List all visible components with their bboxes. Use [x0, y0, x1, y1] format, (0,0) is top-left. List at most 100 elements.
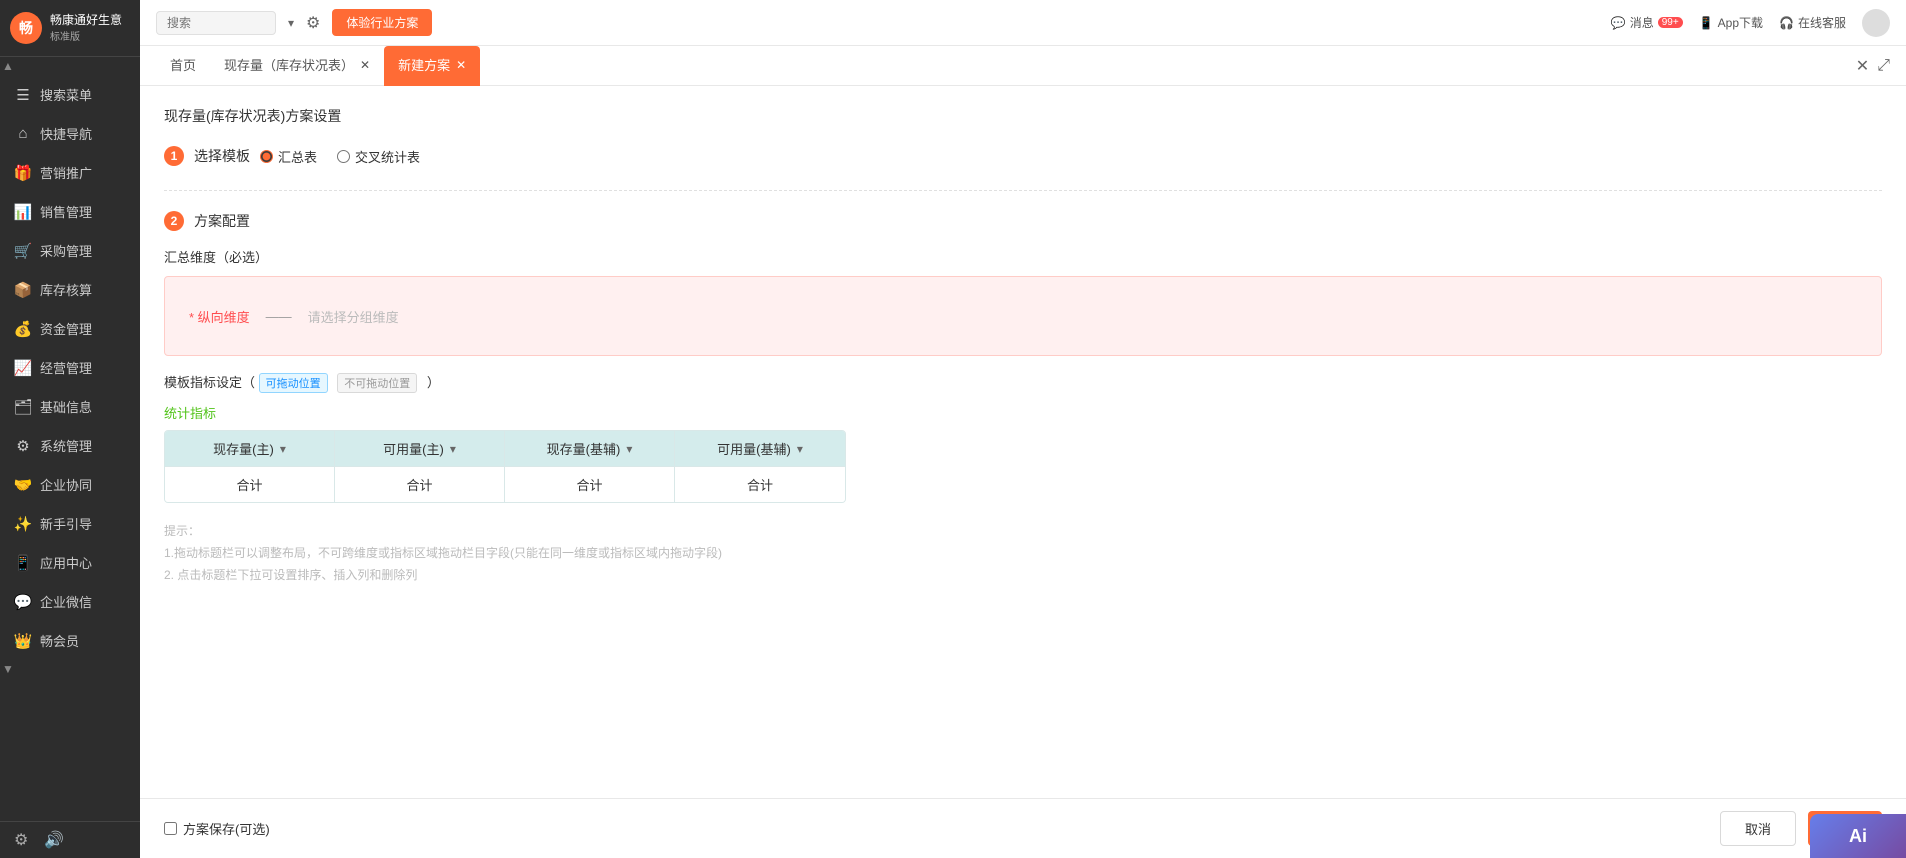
radio-summary[interactable] [260, 150, 273, 163]
hints-list: 1.拖动标题栏可以调整布局，不可跨维度或指标区域拖动栏目字段(只能在同一维度或指… [164, 543, 1882, 586]
sidebar-item-sales[interactable]: 📊销售管理 [0, 192, 140, 231]
sidebar-item-newbie[interactable]: ✨新手引导 [0, 504, 140, 543]
sidebar-label-sales: 销售管理 [40, 202, 92, 221]
save-checkbox[interactable] [164, 822, 177, 835]
tabs-container: 首页现存量（库存状况表）✕新建方案✕ [156, 46, 480, 86]
sidebar-item-system[interactable]: ⚙系统管理 [0, 426, 140, 465]
sidebar-settings-btn[interactable]: ⚙ [14, 830, 28, 850]
sidebar-item-enterprise-wechat[interactable]: 💬企业微信 [0, 582, 140, 621]
sidebar-label-operation: 经营管理 [40, 358, 92, 377]
mobile-icon: 📱 [1699, 16, 1714, 30]
section-divider-1 [164, 190, 1882, 191]
message-btn[interactable]: 💬 消息 99+ [1611, 14, 1683, 31]
sidebar-scroll-up[interactable]: ▲ [0, 57, 140, 75]
search-input[interactable] [156, 11, 276, 35]
radio-label-summary[interactable]: 汇总表 [260, 147, 317, 166]
sidebar-label-finance: 资金管理 [40, 319, 92, 338]
save-option-label: 方案保存(可选) [183, 819, 270, 838]
stats-col-dropdown-1[interactable]: ▾ [450, 442, 456, 456]
sidebar-item-member[interactable]: 👑畅会员 [0, 621, 140, 660]
sidebar-icon-purchase: 🛒 [14, 242, 32, 260]
sidebar-item-finance[interactable]: 💰 资金管理 [0, 309, 140, 348]
radio-cross[interactable] [337, 150, 350, 163]
trial-btn[interactable]: 体验行业方案 [332, 9, 432, 36]
stats-col-header-1[interactable]: 可用量(主) ▾ [335, 431, 504, 467]
indicator-setting-label: 模板指标设定（ 可拖动位置 不可拖动位置 ） [164, 372, 1882, 393]
sidebar: 畅 畅康通好生意 标准版 ▲ ☰搜索菜单⌂快捷导航🎁营销推广📊销售管理🛒采购管理… [0, 0, 140, 858]
sidebar-item-basic-info[interactable]: 🗂基础信息 [0, 387, 140, 426]
sidebar-volume-btn[interactable]: 🔊 [44, 830, 64, 850]
sidebar-item-app-center[interactable]: 📱应用中心 [0, 543, 140, 582]
stats-col-dropdown-2[interactable]: ▾ [626, 442, 632, 456]
hints-title: 提示： [164, 522, 1882, 539]
stats-section-title: 统计指标 [164, 403, 1882, 422]
sidebar-item-cooperation[interactable]: 🤝企业协同 [0, 465, 140, 504]
sidebar-icon-enterprise-wechat: 💬 [14, 593, 32, 611]
tab-close-inventory-status[interactable]: ✕ [360, 59, 370, 71]
radio-text-summary: 汇总表 [278, 147, 317, 166]
sidebar-item-search-menu[interactable]: ☰搜索菜单 [0, 75, 140, 114]
section2-num: 2 [164, 211, 184, 231]
sidebar-icon-cooperation: 🤝 [14, 476, 32, 494]
logo-text: 畅康通好生意 标准版 [50, 13, 122, 44]
user-avatar[interactable] [1862, 9, 1890, 37]
ai-float-button[interactable]: Ai [1810, 814, 1906, 858]
tab-inventory-status[interactable]: 现存量（库存状况表）✕ [210, 46, 384, 86]
sidebar-label-system: 系统管理 [40, 436, 92, 455]
sidebar-label-app-center: 应用中心 [40, 553, 92, 572]
sidebar-item-purchase[interactable]: 🛒采购管理 [0, 231, 140, 270]
template-radio-group: 汇总表 交叉统计表 [260, 147, 420, 166]
sidebar-label-member: 畅会员 [40, 631, 79, 650]
topbar-gear-btn[interactable]: ⚙ [306, 13, 320, 33]
stats-col-label-0: 现存量(主) [213, 439, 274, 458]
section1-header: 1 选择模板 汇总表交叉统计表 [164, 146, 1882, 166]
sidebar-icon-newbie: ✨ [14, 515, 32, 533]
app-download-label: App下载 [1718, 14, 1763, 31]
sidebar-item-marketing[interactable]: 🎁营销推广 [0, 153, 140, 192]
topbar-right: 💬 消息 99+ 📱 App下载 🎧 在线客服 [1611, 9, 1890, 37]
online-service-btn[interactable]: 🎧 在线客服 [1779, 14, 1846, 31]
sidebar-label-marketing: 营销推广 [40, 163, 92, 182]
headset-icon: 🎧 [1779, 16, 1794, 30]
tab-close-btn[interactable]: ✕ [1856, 56, 1869, 76]
dimension-dash: —— [266, 309, 292, 324]
sidebar-icon-finance: 💰 [14, 320, 32, 338]
tab-expand-btn[interactable]: ⤢ [1877, 56, 1890, 76]
stats-col-header-3[interactable]: 可用量(基辅) ▾ [675, 431, 845, 467]
content-area: 现存量(库存状况表)方案设置 1 选择模板 汇总表交叉统计表 2 方案配置 汇总… [140, 86, 1906, 798]
stats-col-dropdown-3[interactable]: ▾ [797, 442, 803, 456]
stats-col-header-2[interactable]: 现存量(基辅) ▾ [505, 431, 674, 467]
tab-close-new-plan[interactable]: ✕ [456, 59, 466, 71]
online-service-label: 在线客服 [1798, 14, 1846, 31]
tab-home[interactable]: 首页 [156, 46, 210, 86]
app-logo: 畅 畅康通好生意 标准版 [0, 0, 140, 57]
sidebar-item-operation[interactable]: 📈经营管理 [0, 348, 140, 387]
save-option[interactable]: 方案保存(可选) [164, 819, 270, 838]
topbar-dropdown-btn[interactable]: ▾ [288, 16, 294, 30]
stats-col-dropdown-0[interactable]: ▾ [280, 442, 286, 456]
stats-col-body-3: 合计 [675, 467, 845, 502]
stats-col-label-2: 现存量(基辅) [547, 439, 621, 458]
content-inner: 现存量(库存状况表)方案设置 1 选择模板 汇总表交叉统计表 2 方案配置 汇总… [140, 86, 1906, 798]
sidebar-item-quick-nav[interactable]: ⌂快捷导航 [0, 114, 140, 153]
radio-label-cross[interactable]: 交叉统计表 [337, 147, 420, 166]
stats-col-0: 现存量(主) ▾ 合计 [165, 431, 335, 502]
stats-col-3: 可用量(基辅) ▾ 合计 [675, 431, 845, 502]
tabs-bar: 首页现存量（库存状况表）✕新建方案✕ ✕ ⤢ [140, 46, 1906, 86]
stats-col-header-0[interactable]: 现存量(主) ▾ [165, 431, 334, 467]
vertical-dimension-label: * 纵向维度 [189, 307, 250, 326]
dimension-content: * 纵向维度 —— 请选择分组维度 [189, 307, 399, 326]
stats-col-2: 现存量(基辅) ▾ 合计 [505, 431, 675, 502]
app-download-btn[interactable]: 📱 App下载 [1699, 14, 1763, 31]
sidebar-label-basic-info: 基础信息 [40, 397, 92, 416]
sidebar-scroll-down[interactable]: ▼ [0, 660, 140, 678]
sidebar-item-inventory[interactable]: 📦库存核算 [0, 270, 140, 309]
section2-header: 2 方案配置 [164, 211, 1882, 231]
dimension-alert-box[interactable]: * 纵向维度 —— 请选择分组维度 [164, 276, 1882, 356]
topbar: ▾ ⚙ 体验行业方案 💬 消息 99+ 📱 App下载 🎧 在线客服 [140, 0, 1906, 46]
tab-new-plan[interactable]: 新建方案✕ [384, 46, 480, 86]
stats-col-label-1: 可用量(主) [383, 439, 444, 458]
sidebar-icon-quick-nav: ⌂ [14, 125, 32, 143]
stats-col-1: 可用量(主) ▾ 合计 [335, 431, 505, 502]
cancel-button[interactable]: 取消 [1720, 811, 1796, 846]
